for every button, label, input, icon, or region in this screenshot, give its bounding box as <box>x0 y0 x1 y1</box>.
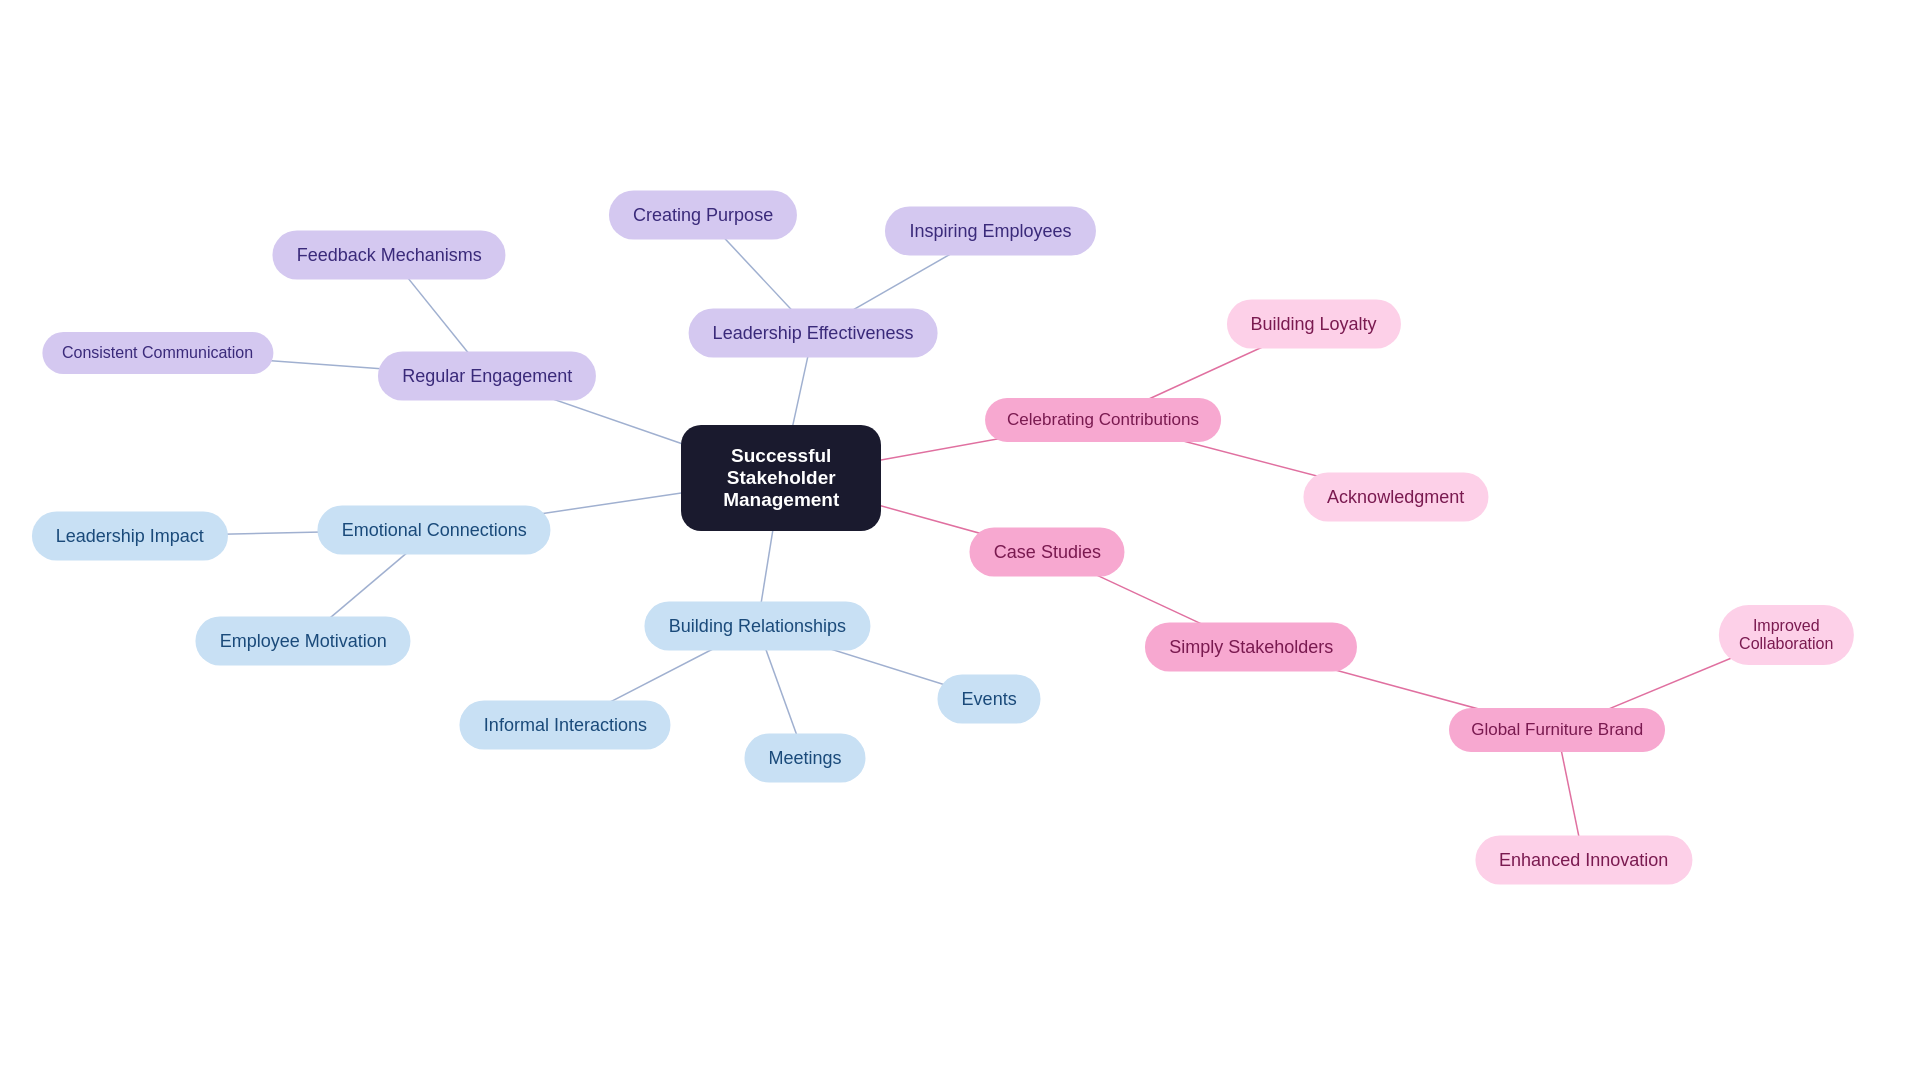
node-informal_interactions[interactable]: Informal Interactions <box>460 701 671 750</box>
node-simply_stakeholders[interactable]: Simply Stakeholders <box>1145 623 1357 672</box>
node-creating_purpose[interactable]: Creating Purpose <box>609 191 797 240</box>
connections-layer <box>0 0 1920 1083</box>
mind-map: Successful Stakeholder Management Regular… <box>0 0 1920 1083</box>
node-building_loyalty[interactable]: Building Loyalty <box>1226 299 1400 348</box>
node-celebrating_contributions[interactable]: Celebrating Contributions <box>985 398 1221 442</box>
node-meetings[interactable]: Meetings <box>745 734 866 783</box>
node-emotional_connections[interactable]: Emotional Connections <box>318 505 551 554</box>
node-inspiring_employees[interactable]: Inspiring Employees <box>885 207 1095 256</box>
node-employee_motivation[interactable]: Employee Motivation <box>196 616 411 665</box>
node-center[interactable]: Successful Stakeholder Management <box>681 425 881 531</box>
node-building_relationships[interactable]: Building Relationships <box>645 602 870 651</box>
node-feedback_mechanisms[interactable]: Feedback Mechanisms <box>273 230 506 279</box>
node-regular_engagement[interactable]: Regular Engagement <box>378 352 596 401</box>
node-case_studies[interactable]: Case Studies <box>970 528 1125 577</box>
node-global_furniture_brand[interactable]: Global Furniture Brand <box>1449 708 1665 752</box>
node-enhanced_innovation[interactable]: Enhanced Innovation <box>1475 835 1692 884</box>
node-events[interactable]: Events <box>938 674 1041 723</box>
node-acknowledgment[interactable]: Acknowledgment <box>1303 472 1488 521</box>
node-consistent_communication[interactable]: Consistent Communication <box>42 332 273 374</box>
node-leadership_impact[interactable]: Leadership Impact <box>32 512 228 561</box>
node-leadership_effectiveness[interactable]: Leadership Effectiveness <box>689 308 938 357</box>
node-improved_collaboration[interactable]: Improved Collaboration <box>1719 605 1853 665</box>
